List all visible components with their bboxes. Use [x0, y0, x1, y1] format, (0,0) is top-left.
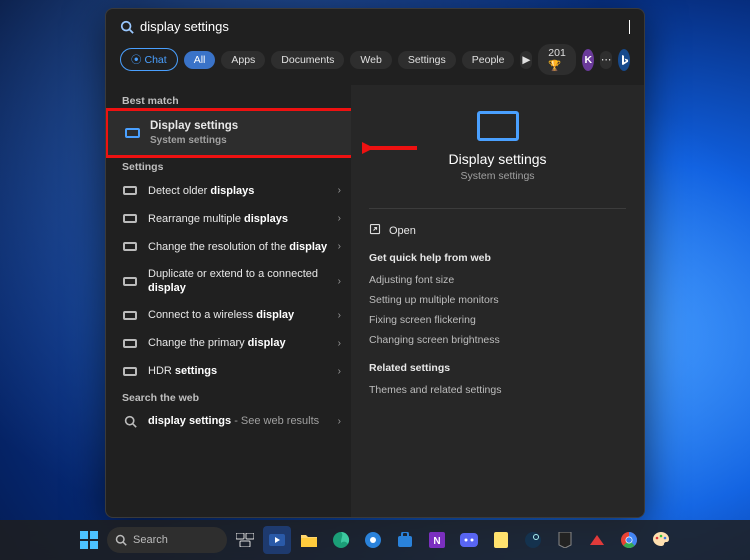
settings-row[interactable]: Connect to a wireless display › — [106, 302, 351, 330]
best-match-row[interactable]: Display settings System settings — [106, 111, 351, 155]
rewards-pill[interactable]: 201 🏆 — [538, 44, 576, 75]
monitor-icon — [122, 183, 138, 199]
paint-icon[interactable] — [647, 526, 675, 554]
monitor-icon — [122, 273, 138, 289]
settings-row[interactable]: Change the primary display › — [106, 330, 351, 358]
related-header: Related settings — [369, 362, 626, 374]
store-icon[interactable] — [391, 526, 419, 554]
monitor-icon — [477, 111, 519, 141]
bing-icon[interactable] — [618, 49, 630, 71]
chevron-right-icon: › — [338, 310, 341, 321]
search-input[interactable] — [140, 19, 623, 34]
svg-text:N: N — [433, 536, 440, 547]
play-icon[interactable]: ▶ — [520, 51, 532, 69]
explorer-icon[interactable] — [295, 526, 323, 554]
settings-row-text: Connect to a wireless display — [148, 308, 328, 322]
video-editor-icon[interactable] — [263, 526, 291, 554]
more-icon[interactable]: ⋯ — [600, 51, 612, 69]
edge-icon[interactable] — [327, 526, 355, 554]
epic-icon[interactable] — [551, 526, 579, 554]
settings-row-text: Change the resolution of the display — [148, 240, 328, 254]
settings-filter[interactable]: Settings — [398, 51, 456, 69]
onenote-icon[interactable]: N — [423, 526, 451, 554]
settings-row[interactable]: Change the resolution of the display › — [106, 233, 351, 261]
chevron-right-icon: › — [338, 213, 341, 224]
search-filters: ⦿Chat All Apps Documents Web Settings Pe… — [106, 34, 644, 85]
best-match-header: Best match — [106, 89, 351, 111]
related-link[interactable]: Themes and related settings — [369, 380, 626, 400]
quick-help-header: Get quick help from web — [369, 252, 626, 264]
chevron-right-icon: › — [338, 241, 341, 252]
settings-row-text: HDR settings — [148, 364, 328, 378]
settings-row[interactable]: Rearrange multiple displays › — [106, 205, 351, 233]
people-filter[interactable]: People — [462, 51, 515, 69]
apps-filter[interactable]: Apps — [221, 51, 265, 69]
monitor-icon — [122, 308, 138, 324]
chrome-icon[interactable] — [615, 526, 643, 554]
search-icon — [115, 534, 127, 546]
start-button[interactable] — [75, 526, 103, 554]
chevron-right-icon: › — [338, 276, 341, 287]
settings-header: Settings — [106, 155, 351, 177]
steam-icon[interactable] — [519, 526, 547, 554]
search-bar[interactable] — [106, 9, 644, 34]
chat-filter[interactable]: ⦿Chat — [120, 48, 178, 71]
profile-k[interactable]: K — [582, 49, 594, 71]
web-result-row[interactable]: display settings - See web results › — [106, 408, 351, 436]
settings-row-text: Duplicate or extend to a connected displ… — [148, 267, 328, 296]
chevron-right-icon: › — [338, 185, 341, 196]
settings-row-text: Detect older displays — [148, 184, 328, 198]
documents-filter[interactable]: Documents — [271, 51, 344, 69]
chevron-right-icon: › — [338, 338, 341, 349]
quick-help-link[interactable]: Changing screen brightness — [369, 330, 626, 350]
armoury-icon[interactable] — [583, 526, 611, 554]
settings-row[interactable]: Duplicate or extend to a connected displ… — [106, 261, 351, 302]
settings-row-text: Rearrange multiple displays — [148, 212, 328, 226]
monitor-icon — [122, 239, 138, 255]
discord-icon[interactable] — [455, 526, 483, 554]
results-list: Best match Display settings System setti… — [106, 85, 351, 517]
search-web-header: Search the web — [106, 386, 351, 408]
quick-help-link[interactable]: Fixing screen flickering — [369, 310, 626, 330]
text-caret — [629, 20, 630, 34]
web-filter[interactable]: Web — [350, 51, 391, 69]
preview-pane: Display settings System settings Open Ge… — [351, 85, 644, 517]
monitor-icon — [122, 211, 138, 227]
all-filter[interactable]: All — [184, 51, 216, 69]
monitor-icon — [124, 125, 140, 141]
search-panel: ⦿Chat All Apps Documents Web Settings Pe… — [105, 8, 645, 518]
search-icon — [122, 414, 138, 430]
preview-subtitle: System settings — [369, 170, 626, 182]
settings-row[interactable]: Detect older displays › — [106, 177, 351, 205]
web-result-text: display settings - See web results — [148, 414, 328, 428]
chevron-right-icon: › — [338, 416, 341, 427]
settings-row[interactable]: HDR settings › — [106, 358, 351, 386]
task-view-icon[interactable] — [231, 526, 259, 554]
best-match-title: Display settings — [150, 119, 341, 134]
chevron-right-icon: › — [338, 366, 341, 377]
best-match-subtitle: System settings — [150, 134, 341, 147]
quick-help-link[interactable]: Adjusting font size — [369, 270, 626, 290]
open-icon — [369, 223, 381, 238]
browser-icon[interactable] — [359, 526, 387, 554]
quick-help-link[interactable]: Setting up multiple monitors — [369, 290, 626, 310]
settings-row-text: Change the primary display — [148, 336, 328, 350]
notes-icon[interactable] — [487, 526, 515, 554]
monitor-icon — [122, 336, 138, 352]
monitor-icon — [122, 364, 138, 380]
taskbar: Search N — [0, 520, 750, 560]
preview-title: Display settings — [369, 151, 626, 167]
divider — [369, 208, 626, 209]
search-icon — [120, 20, 134, 34]
trophy-icon: 🏆 — [548, 60, 561, 72]
taskbar-search[interactable]: Search — [107, 527, 227, 553]
open-action[interactable]: Open — [369, 221, 626, 240]
